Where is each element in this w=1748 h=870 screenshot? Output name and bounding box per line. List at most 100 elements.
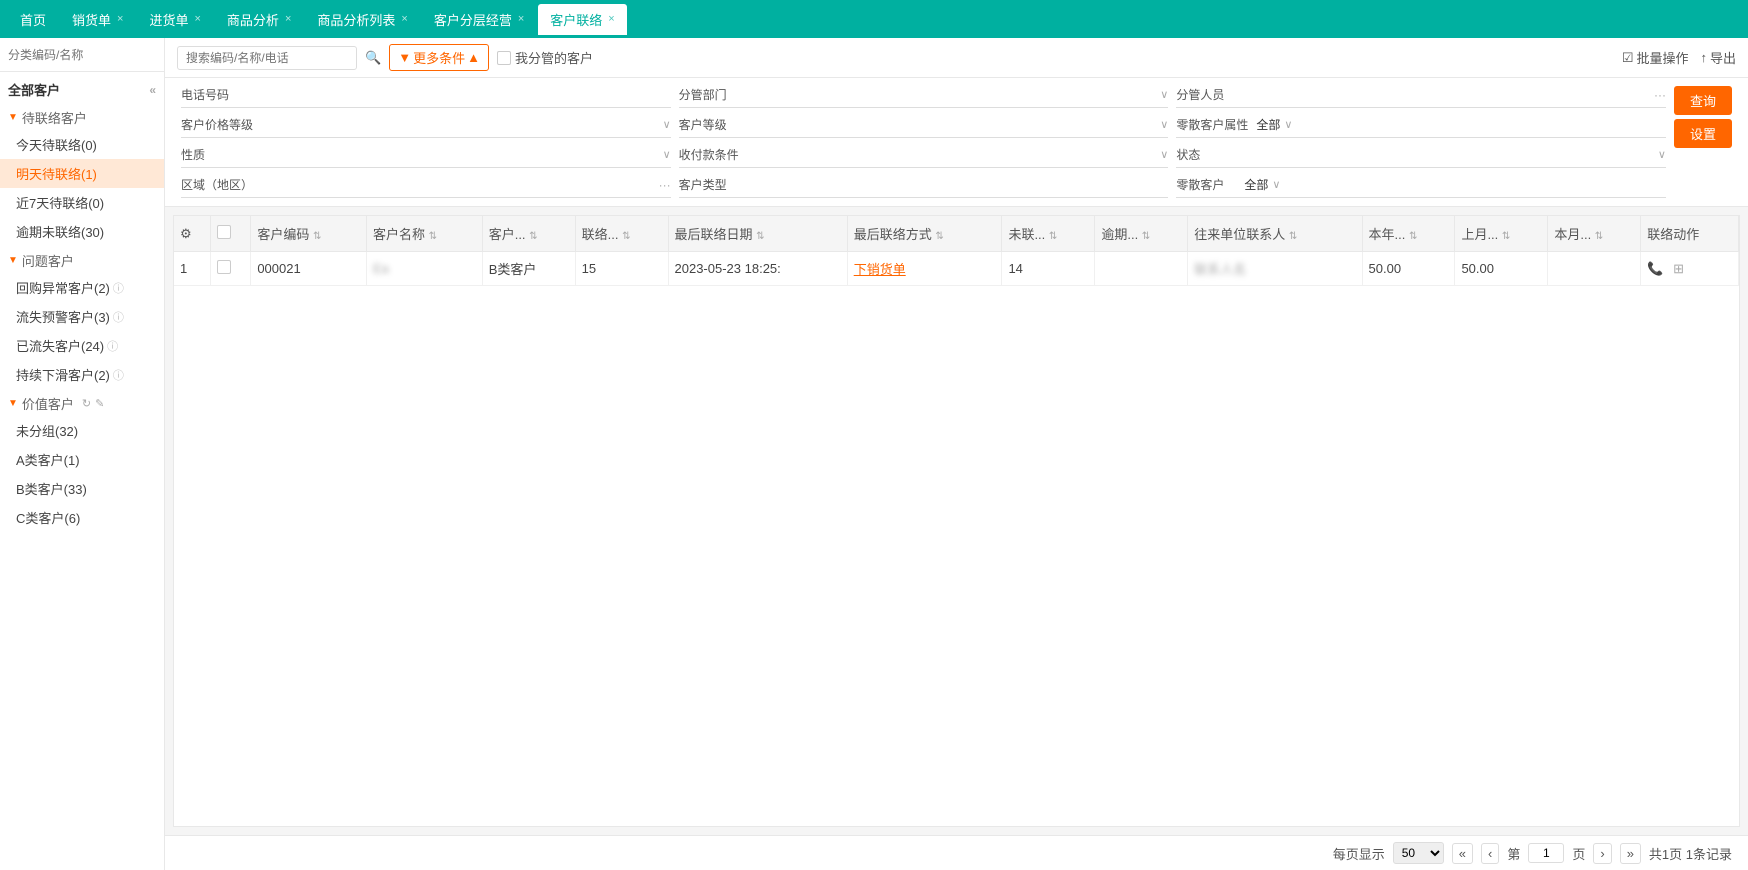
- nav-home[interactable]: 首页: [8, 4, 58, 35]
- sidebar-item-class-c[interactable]: C类客户(6): [0, 503, 164, 532]
- filter-status-label: 状态: [1176, 146, 1236, 163]
- per-page-select[interactable]: 50 100 200: [1393, 842, 1444, 864]
- col-this-year[interactable]: 本年... ⇅: [1362, 216, 1455, 252]
- filter-region-ellipsis[interactable]: ···: [659, 178, 671, 192]
- col-customer-code[interactable]: 客户编码 ⇅: [251, 216, 367, 252]
- nav-customer-contact-close-icon[interactable]: ×: [608, 13, 614, 25]
- action-call-icon[interactable]: 📞: [1647, 261, 1663, 276]
- sidebar-item-ungrouped[interactable]: 未分组(32): [0, 416, 164, 445]
- filter-price-level-chevron-icon[interactable]: ∨: [663, 118, 671, 131]
- sort-icon-contact: ⇅: [622, 231, 630, 242]
- sidebar-item-tomorrow-contact[interactable]: 明天待联络(1): [0, 159, 164, 188]
- overdue-contact-label: 逾期未联络(30): [16, 222, 104, 241]
- content-area: 🔍 ▼ 更多条件 ▲ 我分管的客户 ☑ 批量操作 ↑ 导出: [165, 38, 1748, 870]
- toolbar-search-icon[interactable]: 🔍: [365, 50, 381, 66]
- nav-product-analysis-close-icon[interactable]: ×: [285, 13, 291, 25]
- filter-region-input[interactable]: [261, 178, 659, 192]
- col-customer-name[interactable]: 客户名称 ⇅: [367, 216, 483, 252]
- col-last-month[interactable]: 上月... ⇅: [1455, 216, 1548, 252]
- all-customers-header[interactable]: 全部客户 «: [0, 72, 164, 103]
- export-button[interactable]: ↑ 导出: [1700, 48, 1736, 67]
- filter-phone-input[interactable]: [249, 88, 671, 102]
- prev-page-button[interactable]: ‹: [1481, 843, 1499, 864]
- query-button[interactable]: 查询: [1674, 86, 1732, 115]
- sidebar-item-declining[interactable]: 持续下滑客户(2) ⓘ: [0, 360, 164, 389]
- filter-status-chevron-icon[interactable]: ∨: [1658, 148, 1666, 161]
- row-this-month: [1548, 252, 1641, 286]
- sidebar-item-churn-warning[interactable]: 流失预警客户(3) ⓘ: [0, 302, 164, 331]
- col-customer-type-col[interactable]: 客户... ⇅: [482, 216, 575, 252]
- sidebar-item-class-b[interactable]: B类客户(33): [0, 474, 164, 503]
- filter-manager-ellipsis[interactable]: ···: [1654, 88, 1666, 102]
- nav-sales[interactable]: 销货单 ×: [60, 4, 135, 35]
- filter-dept-input[interactable]: [747, 88, 1161, 102]
- col-contact-person[interactable]: 往来单位联系人 ⇅: [1188, 216, 1362, 252]
- filter-price-level-input[interactable]: [261, 118, 663, 132]
- sidebar-search-input[interactable]: [8, 48, 163, 62]
- info-icon-2[interactable]: ⓘ: [113, 309, 124, 325]
- search-input[interactable]: [177, 46, 357, 70]
- col-last-contact-date[interactable]: 最后联络日期 ⇅: [668, 216, 847, 252]
- row-checkbox-box[interactable]: [217, 260, 231, 274]
- nav-product-analysis[interactable]: 商品分析 ×: [215, 4, 303, 35]
- filter-retail-attr-chevron-icon[interactable]: ∨: [1284, 118, 1292, 131]
- group-value-customers[interactable]: ▼ 价值客户 ↻ ✎: [0, 389, 164, 416]
- header-checkbox[interactable]: [217, 225, 231, 239]
- value-customers-edit-icon[interactable]: ✎: [95, 397, 104, 410]
- filter-customer-level-chevron-icon[interactable]: ∨: [1160, 118, 1168, 131]
- row-last-method[interactable]: 下销货单: [847, 252, 1002, 286]
- last-method-link[interactable]: 下销货单: [854, 262, 906, 277]
- last-page-button[interactable]: »: [1620, 843, 1641, 864]
- info-icon-4[interactable]: ⓘ: [113, 367, 124, 383]
- sidebar-item-class-a[interactable]: A类客户(1): [0, 445, 164, 474]
- filter-retail-customer-chevron-icon[interactable]: ∨: [1272, 178, 1280, 191]
- nav-product-analysis-list-close-icon[interactable]: ×: [401, 13, 407, 25]
- filter-status-input[interactable]: [1244, 148, 1658, 162]
- info-icon-3[interactable]: ⓘ: [107, 338, 118, 354]
- col-contact-count[interactable]: 联络... ⇅: [575, 216, 668, 252]
- filter-row-1: 电话号码 分管部门 ∨ 分管人员 ···: [181, 86, 1666, 108]
- first-page-button[interactable]: «: [1452, 843, 1473, 864]
- sidebar-collapse-icon[interactable]: «: [149, 83, 156, 97]
- filter-customer-level-input[interactable]: [747, 118, 1161, 132]
- group-problem-customers[interactable]: ▼ 问题客户: [0, 246, 164, 273]
- next-page-button[interactable]: ›: [1593, 843, 1611, 864]
- row-type: B类客户: [482, 252, 575, 286]
- nav-purchase[interactable]: 进货单 ×: [137, 4, 212, 35]
- sidebar-item-today-contact[interactable]: 今天待联络(0): [0, 130, 164, 159]
- filter-manager-input[interactable]: [1244, 88, 1654, 102]
- sidebar-item-churned[interactable]: 已流失客户(24) ⓘ: [0, 331, 164, 360]
- col-settings[interactable]: ⚙: [174, 216, 210, 252]
- nav-customer-tiering-close-icon[interactable]: ×: [518, 13, 524, 25]
- filter-customer-type-input[interactable]: [747, 178, 1169, 192]
- value-customers-refresh-icon[interactable]: ↻: [82, 397, 91, 410]
- nav-customer-contact[interactable]: 客户联络 ×: [538, 4, 626, 35]
- settings-button[interactable]: 设置: [1674, 119, 1732, 148]
- my-customers-checkbox[interactable]: 我分管的客户: [497, 48, 593, 67]
- sidebar-item-7day-contact[interactable]: 近7天待联络(0): [0, 188, 164, 217]
- group-pending-contact[interactable]: ▼ 待联络客户: [0, 103, 164, 130]
- page-number-input[interactable]: [1528, 843, 1564, 863]
- filter-payment-chevron-icon[interactable]: ∨: [1160, 148, 1168, 161]
- batch-op-button[interactable]: ☑ 批量操作: [1622, 48, 1689, 67]
- info-icon-1[interactable]: ⓘ: [113, 280, 124, 296]
- nav-customer-tiering[interactable]: 客户分层经营 ×: [422, 4, 536, 35]
- filter-payment-input[interactable]: [747, 148, 1161, 162]
- nav-purchase-close-icon[interactable]: ×: [194, 13, 200, 25]
- filter-nature-input[interactable]: [249, 148, 663, 162]
- col-uncontact[interactable]: 未联... ⇅: [1002, 216, 1095, 252]
- export-label: 导出: [1710, 48, 1736, 67]
- col-overdue[interactable]: 逾期... ⇅: [1095, 216, 1188, 252]
- more-conditions-button[interactable]: ▼ 更多条件 ▲: [389, 44, 489, 71]
- my-customers-checkbox-box[interactable]: [497, 51, 511, 65]
- triangle-icon-3: ▼: [8, 398, 18, 409]
- nav-sales-close-icon[interactable]: ×: [117, 13, 123, 25]
- action-grid-icon[interactable]: ⊞: [1673, 261, 1684, 276]
- col-this-month[interactable]: 本月... ⇅: [1548, 216, 1641, 252]
- col-last-contact-method[interactable]: 最后联络方式 ⇅: [847, 216, 1002, 252]
- sidebar-item-overdue-contact[interactable]: 逾期未联络(30): [0, 217, 164, 246]
- sidebar-item-repurchase-abnormal[interactable]: 回购异常客户(2) ⓘ: [0, 273, 164, 302]
- filter-nature-chevron-icon[interactable]: ∨: [663, 148, 671, 161]
- filter-dept-chevron-icon[interactable]: ∨: [1160, 88, 1168, 101]
- nav-product-analysis-list[interactable]: 商品分析列表 ×: [305, 4, 419, 35]
